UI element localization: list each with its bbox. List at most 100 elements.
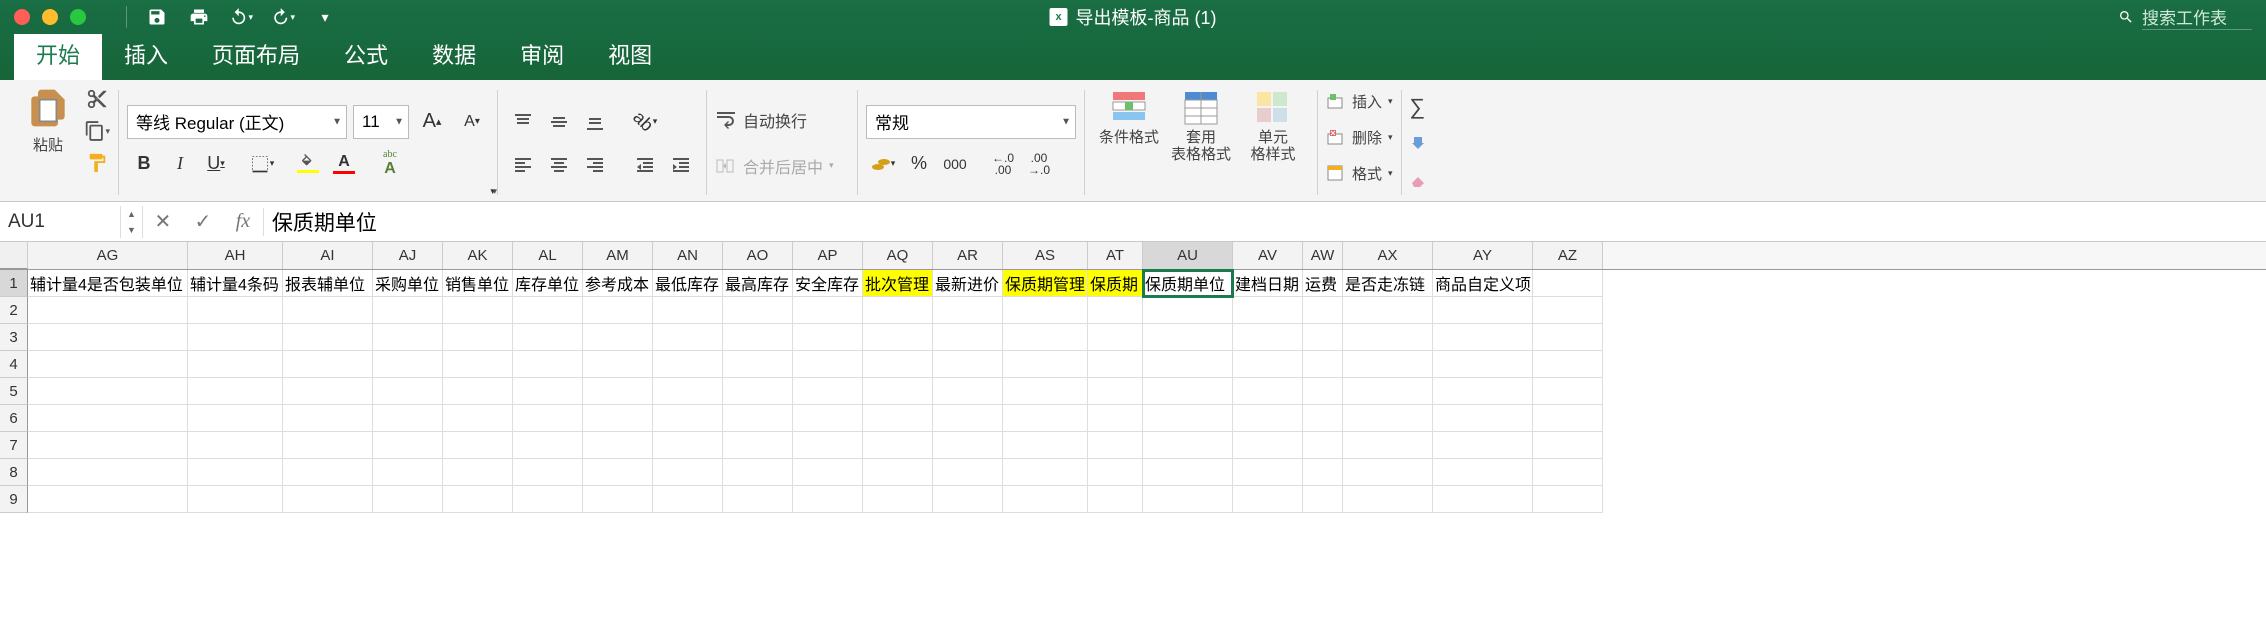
cell-AL7[interactable]	[513, 432, 583, 459]
cell-AO3[interactable]	[723, 324, 793, 351]
cell-AX2[interactable]	[1343, 297, 1433, 324]
cell-AM7[interactable]	[583, 432, 653, 459]
cell-AJ7[interactable]	[373, 432, 443, 459]
cell-AU3[interactable]	[1143, 324, 1233, 351]
cell-AJ1[interactable]: 采购单位	[373, 270, 443, 297]
conditional-format-button[interactable]: 条件格式	[1093, 86, 1165, 147]
tab-插入[interactable]: 插入	[102, 28, 190, 80]
cell-AV1[interactable]: 建档日期	[1233, 270, 1303, 297]
cell-AZ9[interactable]	[1533, 486, 1603, 513]
spreadsheet-grid[interactable]: AGAHAIAJAKALAMANAOAPAQARASATAUAVAWAXAYAZ…	[0, 242, 2266, 513]
fx-button[interactable]: fx	[223, 206, 263, 238]
row-header-9[interactable]: 9	[0, 486, 28, 513]
cell-AH4[interactable]	[188, 351, 283, 378]
cell-AN2[interactable]	[653, 297, 723, 324]
border-button[interactable]: ▾	[245, 147, 279, 181]
wrap-text-button[interactable]: 自动换行	[715, 103, 807, 137]
print-button[interactable]	[187, 5, 211, 29]
column-header-AG[interactable]: AG	[28, 242, 188, 269]
cell-AR3[interactable]	[933, 324, 1003, 351]
cell-AL9[interactable]	[513, 486, 583, 513]
cell-AP9[interactable]	[793, 486, 863, 513]
cell-AP1[interactable]: 安全库存	[793, 270, 863, 297]
column-header-AI[interactable]: AI	[283, 242, 373, 269]
cell-AO6[interactable]	[723, 405, 793, 432]
cell-AM6[interactable]	[583, 405, 653, 432]
paste-button[interactable]: 粘贴	[12, 86, 84, 155]
cell-AS8[interactable]	[1003, 459, 1088, 486]
cell-AG6[interactable]	[28, 405, 188, 432]
font-size-select[interactable]: 11▼	[353, 105, 409, 139]
cell-AT6[interactable]	[1088, 405, 1143, 432]
cell-AJ6[interactable]	[373, 405, 443, 432]
cell-styles-button[interactable]: 单元格样式	[1237, 86, 1309, 163]
column-header-AZ[interactable]: AZ	[1533, 242, 1603, 269]
name-box-spinner[interactable]: ▲▼	[120, 206, 143, 238]
row-header-8[interactable]: 8	[0, 459, 28, 486]
cell-AM5[interactable]	[583, 378, 653, 405]
redo-button[interactable]: ▾	[271, 5, 295, 29]
cell-AL6[interactable]	[513, 405, 583, 432]
column-header-AN[interactable]: AN	[653, 242, 723, 269]
align-top-button[interactable]	[506, 105, 540, 139]
cell-AY1[interactable]: 商品自定义项	[1433, 270, 1533, 297]
qat-customize-button[interactable]: ▾	[313, 5, 337, 29]
cell-AV9[interactable]	[1233, 486, 1303, 513]
cell-AV4[interactable]	[1233, 351, 1303, 378]
cell-AN9[interactable]	[653, 486, 723, 513]
number-format-select[interactable]: 常规▼	[866, 105, 1076, 139]
column-header-AP[interactable]: AP	[793, 242, 863, 269]
cell-AN5[interactable]	[653, 378, 723, 405]
column-header-AL[interactable]: AL	[513, 242, 583, 269]
cell-AH3[interactable]	[188, 324, 283, 351]
cell-AQ6[interactable]	[863, 405, 933, 432]
cell-AQ2[interactable]	[863, 297, 933, 324]
cell-AR4[interactable]	[933, 351, 1003, 378]
cell-AW7[interactable]	[1303, 432, 1343, 459]
cell-AY9[interactable]	[1433, 486, 1533, 513]
cell-AR7[interactable]	[933, 432, 1003, 459]
cell-AG9[interactable]	[28, 486, 188, 513]
cell-AZ5[interactable]	[1533, 378, 1603, 405]
insert-cells-button[interactable]: 插入▾	[1326, 86, 1393, 116]
cell-AX9[interactable]	[1343, 486, 1433, 513]
cell-AJ8[interactable]	[373, 459, 443, 486]
cell-AV6[interactable]	[1233, 405, 1303, 432]
cell-AG5[interactable]	[28, 378, 188, 405]
cell-AQ8[interactable]	[863, 459, 933, 486]
align-left-button[interactable]	[506, 147, 540, 181]
cell-AO7[interactable]	[723, 432, 793, 459]
cell-AQ1[interactable]: 批次管理	[863, 270, 933, 297]
column-header-AV[interactable]: AV	[1233, 242, 1303, 269]
cell-AY8[interactable]	[1433, 459, 1533, 486]
cell-AM4[interactable]	[583, 351, 653, 378]
cell-AH1[interactable]: 辅计量4条码	[188, 270, 283, 297]
cell-AS9[interactable]	[1003, 486, 1088, 513]
orientation-button[interactable]: ab▾	[628, 105, 662, 139]
cell-AU1[interactable]: 保质期单位	[1143, 270, 1233, 297]
increase-font-button[interactable]: A▴	[415, 105, 449, 139]
cell-AX5[interactable]	[1343, 378, 1433, 405]
cell-AI9[interactable]	[283, 486, 373, 513]
tab-开始[interactable]: 开始	[14, 28, 102, 80]
cell-AQ4[interactable]	[863, 351, 933, 378]
cell-AR5[interactable]	[933, 378, 1003, 405]
cell-AT3[interactable]	[1088, 324, 1143, 351]
cell-AG4[interactable]	[28, 351, 188, 378]
cell-AZ8[interactable]	[1533, 459, 1603, 486]
cell-AV5[interactable]	[1233, 378, 1303, 405]
cell-AP4[interactable]	[793, 351, 863, 378]
cell-AT5[interactable]	[1088, 378, 1143, 405]
cell-AT8[interactable]	[1088, 459, 1143, 486]
cell-AR6[interactable]	[933, 405, 1003, 432]
row-header-2[interactable]: 2	[0, 297, 28, 324]
percent-button[interactable]: %	[902, 147, 936, 181]
cell-AK8[interactable]	[443, 459, 513, 486]
select-all-corner[interactable]	[0, 242, 28, 269]
cell-AR8[interactable]	[933, 459, 1003, 486]
format-as-table-button[interactable]: 套用表格格式	[1165, 86, 1237, 163]
cell-AP7[interactable]	[793, 432, 863, 459]
cell-AL4[interactable]	[513, 351, 583, 378]
cell-AK7[interactable]	[443, 432, 513, 459]
cell-AW9[interactable]	[1303, 486, 1343, 513]
